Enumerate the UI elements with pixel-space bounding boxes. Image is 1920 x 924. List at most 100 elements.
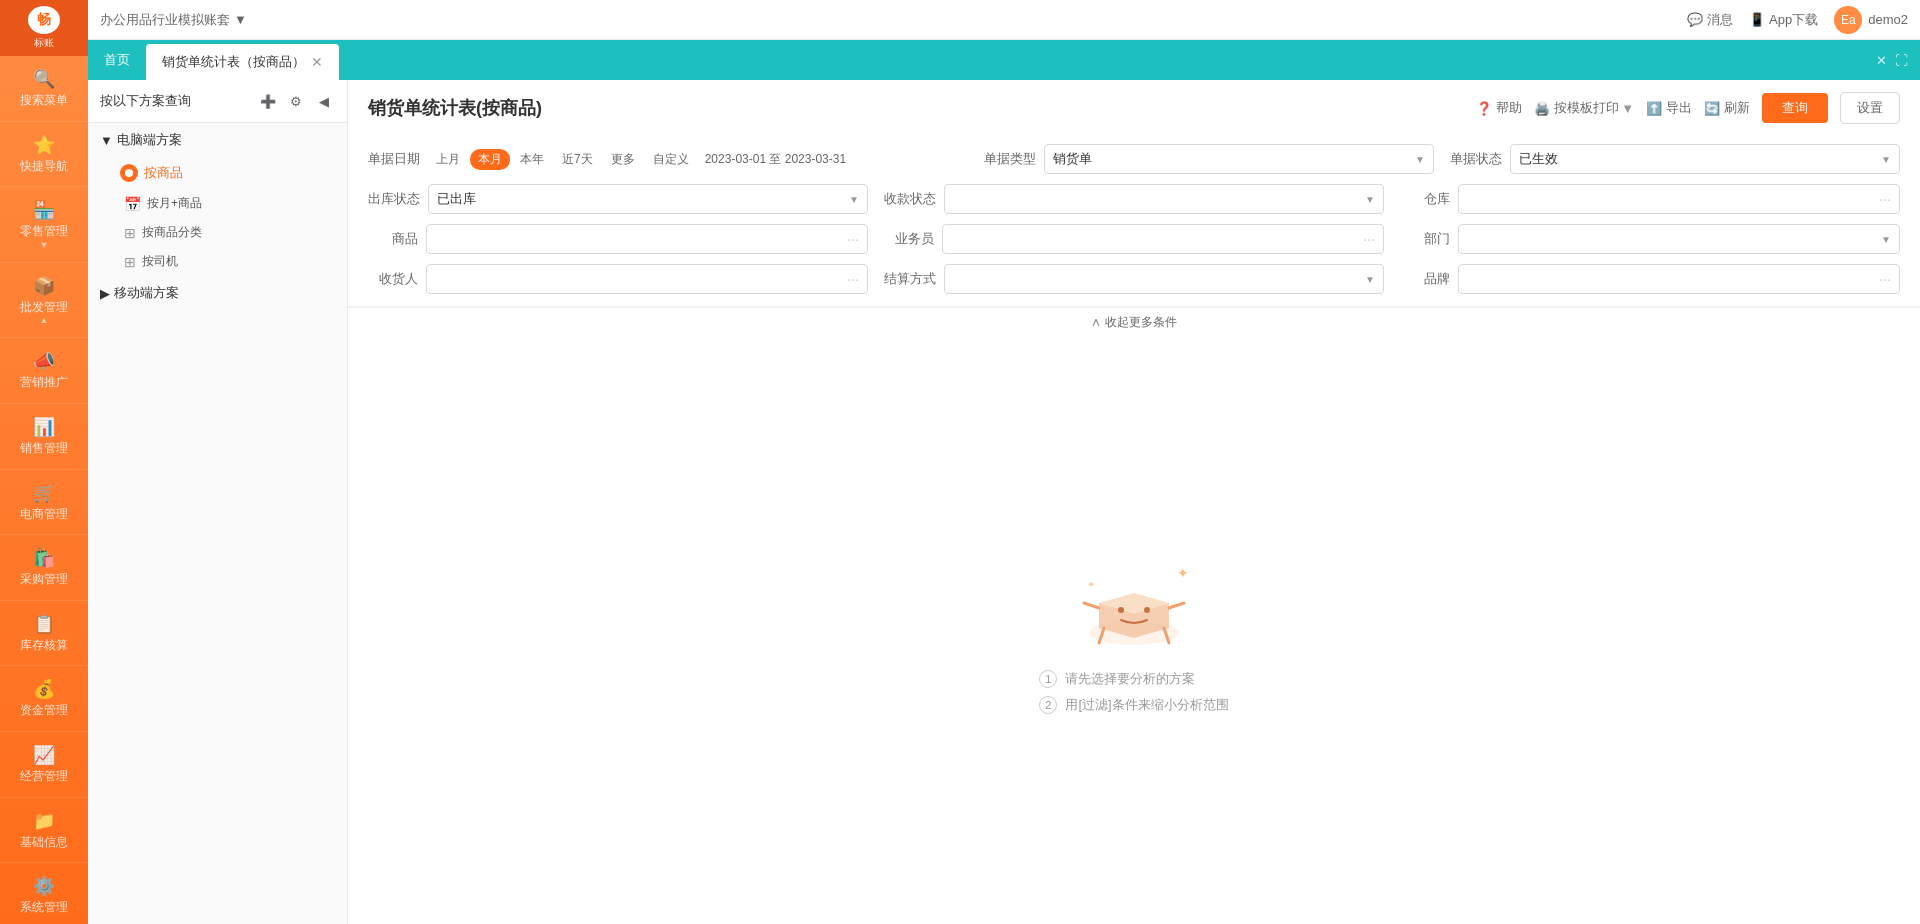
tree-item-by-cashier[interactable]: ⊞ 按司机: [100, 247, 347, 276]
svg-text:✦: ✦: [1087, 579, 1095, 590]
help-button[interactable]: ❓ 帮助: [1476, 99, 1522, 117]
sidebar-item-inventory[interactable]: 📋 库存核算: [0, 601, 88, 667]
storage-dots[interactable]: ···: [1879, 191, 1891, 207]
payment-chevron-icon: ▼: [1365, 274, 1375, 285]
user-profile-button[interactable]: Ea demo2: [1834, 6, 1908, 34]
svg-point-3: [1118, 607, 1124, 613]
svg-point-4: [1144, 607, 1150, 613]
user-name-label: demo2: [1868, 12, 1908, 27]
tree-expand-icon: ▼: [100, 133, 113, 148]
sidebar-item-purchase[interactable]: 🛍️ 采购管理: [0, 535, 88, 601]
tab-close-icon[interactable]: ✕: [311, 54, 323, 70]
date-tab-this-year[interactable]: 本年: [512, 149, 552, 170]
sidebar-item-quick[interactable]: ⭐ 快捷导航: [0, 122, 88, 188]
page-area: 按以下方案查询 ➕ ⚙ ◀ ▼ 电脑端方案: [88, 80, 1920, 924]
tab-sales-stat[interactable]: 销货单统计表（按商品） ✕: [146, 44, 339, 80]
system-icon: ⚙️: [33, 875, 55, 897]
product-input[interactable]: ···: [426, 224, 868, 254]
empty-illustration: ✦ ✦: [1069, 548, 1199, 658]
collapse-panel-button[interactable]: ◀: [313, 90, 335, 112]
storage-input[interactable]: ···: [1458, 184, 1900, 214]
export-button[interactable]: ⬆️ 导出: [1646, 99, 1692, 117]
industry-selector[interactable]: 办公用品行业模拟账套 ▼: [100, 11, 247, 29]
collapse-bar[interactable]: ∧ 收起更多条件: [348, 307, 1920, 337]
edit-scheme-button[interactable]: ⚙: [285, 90, 307, 112]
staff-dots[interactable]: ···: [1363, 231, 1375, 247]
print-arrow-icon[interactable]: ▼: [1621, 101, 1634, 116]
receipt-input[interactable]: ▼: [944, 184, 1384, 214]
tab-home[interactable]: 首页: [88, 40, 146, 80]
tree-item-by-month-label: 按月+商品: [147, 195, 202, 212]
add-scheme-button[interactable]: ➕: [257, 90, 279, 112]
sidebar-item-finance[interactable]: 💰 资金管理: [0, 666, 88, 732]
date-tab-7days[interactable]: 近7天: [554, 149, 601, 170]
warehouse-input[interactable]: 已出库 ▼: [428, 184, 868, 214]
tree-item-by-category[interactable]: ⊞ 按商品分类: [100, 218, 347, 247]
date-tab-more[interactable]: 更多: [603, 149, 643, 170]
tree-desktop-parent[interactable]: ▼ 电脑端方案: [88, 123, 347, 157]
avatar: Ea: [1834, 6, 1862, 34]
print-label: 按模板打印: [1554, 99, 1619, 117]
tabbar: 首页 销货单统计表（按商品） ✕ ✕ ⛶: [88, 40, 1920, 80]
step-2-text: 用[过滤]条件来缩小分析范围: [1065, 696, 1228, 714]
sidebar-item-wholesale-label: 批发管理: [20, 300, 68, 316]
payment-label: 结算方式: [884, 270, 936, 288]
product-label: 商品: [368, 230, 418, 248]
receiver-dots[interactable]: ···: [847, 271, 859, 287]
product-dots[interactable]: ···: [847, 231, 859, 247]
sidebar-item-ecom[interactable]: 🛒 电商管理: [0, 470, 88, 536]
window-close-icon[interactable]: ✕: [1876, 53, 1887, 68]
date-tab-this-month[interactable]: 本月: [470, 149, 510, 170]
payment-input[interactable]: ▼: [944, 264, 1384, 294]
industry-label: 办公用品行业模拟账套: [100, 11, 230, 29]
brand-label: 品牌: [1400, 270, 1450, 288]
sidebar-item-ecom-label: 电商管理: [20, 507, 68, 523]
app-download-label: App下载: [1769, 11, 1818, 29]
settings-button[interactable]: 设置: [1840, 92, 1900, 124]
sidebar-item-retail[interactable]: 🏪 零售管理 ▼: [0, 187, 88, 263]
filter-row-2: 出库状态 已出库 ▼ 收款状态 ▼ 仓库: [368, 184, 1900, 214]
tree-mobile-label: 移动端方案: [114, 284, 179, 302]
message-label: 消息: [1707, 11, 1733, 29]
date-tab-custom[interactable]: 自定义: [645, 149, 697, 170]
tree-item-by-month-product[interactable]: 📅 按月+商品: [100, 189, 347, 218]
industry-chevron-icon: ▼: [234, 12, 247, 27]
receiver-input[interactable]: ···: [426, 264, 868, 294]
print-button[interactable]: 🖨️ 按模板打印: [1534, 99, 1619, 117]
brand-dots[interactable]: ···: [1879, 271, 1891, 287]
message-button[interactable]: 💬 消息: [1687, 11, 1733, 29]
query-button[interactable]: 查询: [1762, 93, 1828, 123]
brand-input[interactable]: ···: [1458, 264, 1900, 294]
refresh-button[interactable]: 🔄 刷新: [1704, 99, 1750, 117]
filter-payment-field: 结算方式 ▼: [884, 264, 1384, 294]
date-tabs: 上月 本月 本年 近7天 更多 自定义: [428, 149, 697, 170]
sidebar-item-system[interactable]: ⚙️ 系统管理: [0, 863, 88, 924]
tree-mobile-parent[interactable]: ▶ 移动端方案: [88, 276, 347, 310]
window-expand-icon[interactable]: ⛶: [1895, 53, 1908, 68]
sidebar-item-sales[interactable]: 📊 销售管理: [0, 404, 88, 470]
sidebar-item-operation[interactable]: 📈 经营管理: [0, 732, 88, 798]
home-label: 首页: [104, 51, 130, 69]
app-download-button[interactable]: 📱 App下载: [1749, 11, 1818, 29]
staff-label: 业务员: [884, 230, 934, 248]
date-controls: 上月 本月 本年 近7天 更多 自定义 2023-03-01 至 2023-03…: [428, 149, 968, 170]
filter-receiver-field: 收货人 ···: [368, 264, 868, 294]
dept-input[interactable]: ▼: [1458, 224, 1900, 254]
marketing-icon: 📣: [33, 350, 55, 372]
export-label: 导出: [1666, 99, 1692, 117]
sales-stat-label: 销货单统计表（按商品）: [162, 53, 305, 71]
status-input[interactable]: 已生效 ▼: [1510, 144, 1900, 174]
empty-steps: 1 请先选择要分析的方案 2 用[过滤]条件来缩小分析范围: [1039, 670, 1228, 714]
sidebar-item-marketing[interactable]: 📣 营销推广: [0, 338, 88, 404]
tree-item-by-product[interactable]: 按商品: [100, 157, 347, 189]
date-tab-last-month[interactable]: 上月: [428, 149, 468, 170]
sidebar-item-search[interactable]: 🔍 搜索菜单: [0, 56, 88, 122]
sidebar-item-basic[interactable]: 📁 基础信息: [0, 798, 88, 864]
tree-desktop-label: 电脑端方案: [117, 131, 182, 149]
type-input[interactable]: 销货单 ▼: [1044, 144, 1434, 174]
sidebar-item-wholesale[interactable]: 📦 批发管理 ▲: [0, 263, 88, 339]
category-icon: ⊞: [124, 225, 136, 241]
staff-input[interactable]: ···: [942, 224, 1384, 254]
warehouse-label: 出库状态: [368, 190, 420, 208]
collapse-label: ∧ 收起更多条件: [1091, 314, 1176, 331]
